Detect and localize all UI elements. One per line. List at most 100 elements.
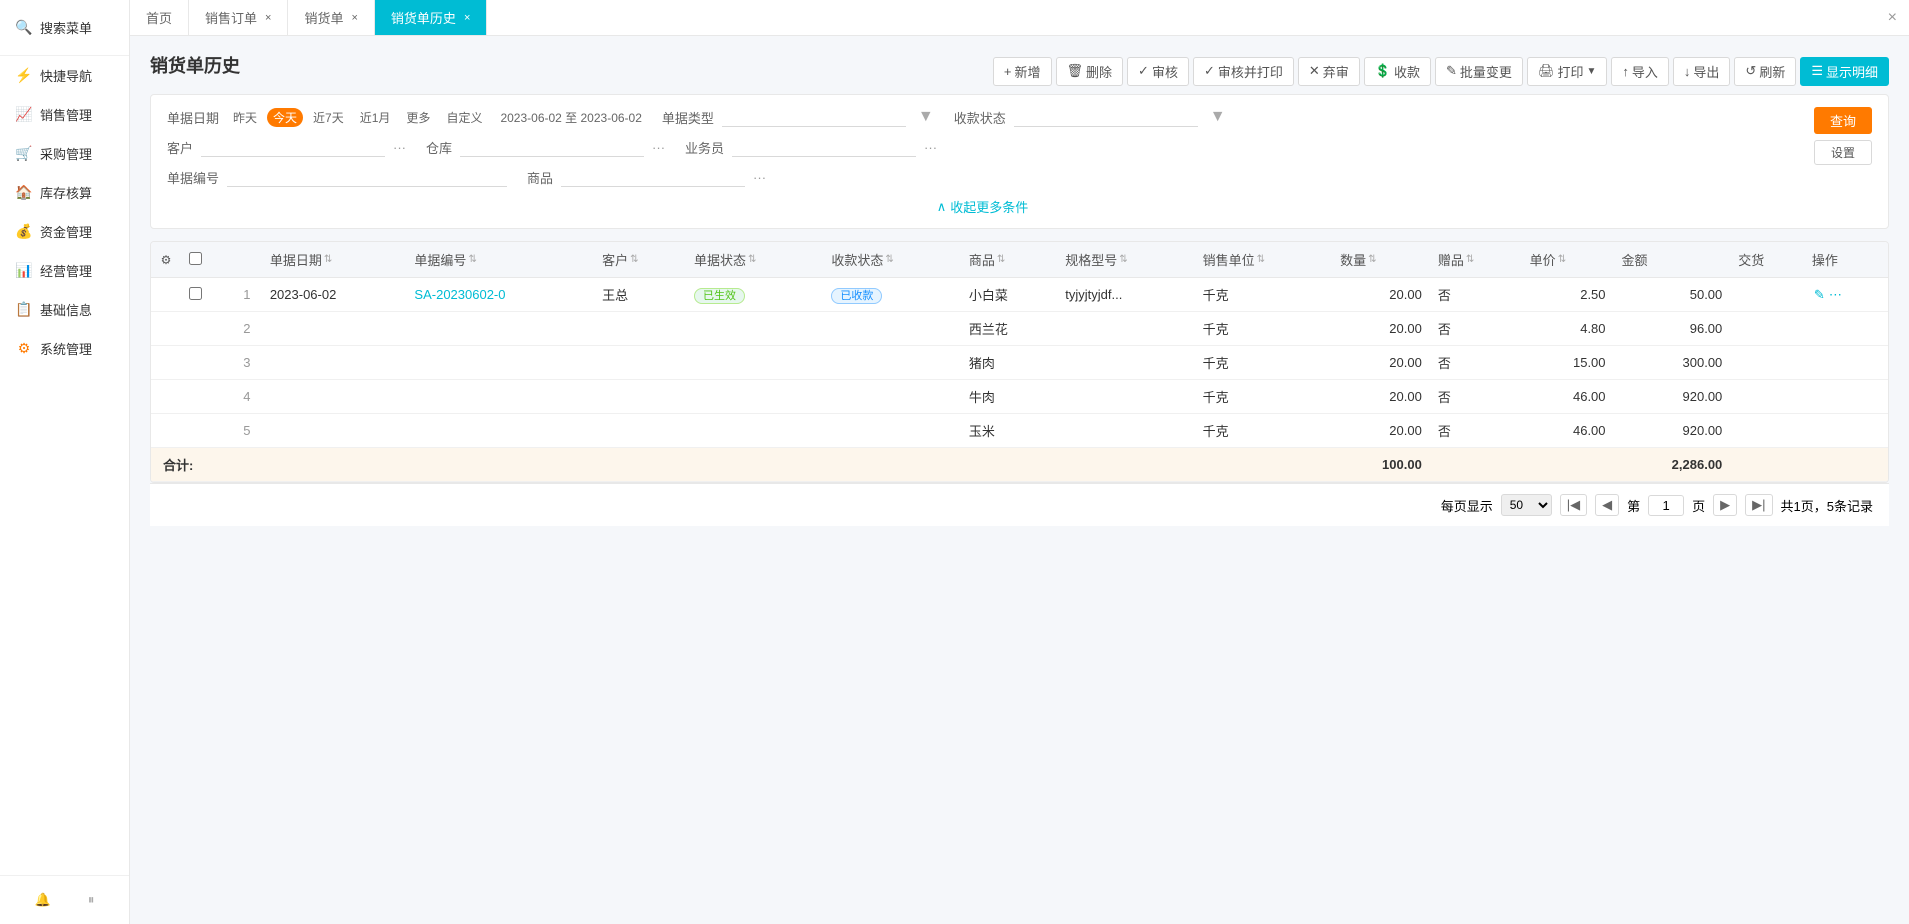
page-content: 销货单历史 + 新增 🗑 删除 ✓ 审核 ✓ 审核并打印 bbox=[130, 36, 1909, 924]
sidebar: 🔍 搜索菜单 ⚡ 快捷导航 📈 销售管理 🛒 采购管理 🏠 库存核算 💰 资金管… bbox=[0, 0, 130, 924]
cell-doc-date bbox=[262, 312, 407, 346]
sum-label: 合计: bbox=[151, 448, 262, 482]
tab-sales-delivery-label: 销货单 bbox=[304, 8, 343, 27]
salesperson-input[interactable] bbox=[732, 137, 916, 157]
th-settings[interactable]: ⚙ bbox=[151, 242, 181, 278]
total-label: 共1页，5条记录 bbox=[1781, 496, 1873, 515]
th-doc-num[interactable]: 单据编号⇅ bbox=[406, 242, 594, 278]
per-page-select[interactable]: 50 100 200 bbox=[1501, 494, 1552, 516]
date-btn-yesterday[interactable]: 昨天 bbox=[227, 108, 263, 127]
sidebar-footer-icon2[interactable]: ⏸ bbox=[88, 892, 95, 908]
salesperson-dots[interactable]: ··· bbox=[924, 140, 937, 155]
cell-collect-status bbox=[823, 380, 960, 414]
tab-sales-order[interactable]: 销售订单 × bbox=[189, 0, 288, 35]
th-price[interactable]: 单价⇅ bbox=[1522, 242, 1614, 278]
next-page-btn[interactable]: ▶ bbox=[1713, 494, 1737, 516]
sum-price-spacer bbox=[1522, 448, 1614, 482]
cell-spec: tyjyjtyjdf... bbox=[1057, 278, 1194, 312]
customer-dots[interactable]: ··· bbox=[393, 140, 406, 155]
cell-qty: 20.00 bbox=[1332, 414, 1430, 448]
date-btn-more[interactable]: 更多 bbox=[400, 108, 436, 127]
customer-input[interactable] bbox=[201, 137, 385, 157]
doc-type-input[interactable] bbox=[722, 107, 906, 127]
tab-sales-delivery[interactable]: 销货单 × bbox=[288, 0, 374, 35]
tabs-close-all[interactable]: × bbox=[1876, 9, 1909, 27]
collapse-btn[interactable]: ∧ 收起更多条件 bbox=[167, 197, 1798, 216]
show-detail-button[interactable]: ☰ 显示明细 bbox=[1800, 57, 1889, 86]
date-btn-today[interactable]: 今天 bbox=[267, 108, 303, 127]
first-page-btn[interactable]: |◀ bbox=[1560, 494, 1587, 516]
sidebar-item-quick-nav[interactable]: ⚡ 快捷导航 bbox=[0, 56, 129, 95]
sidebar-footer: 🔔 ⏸ bbox=[0, 875, 129, 924]
th-doc-status[interactable]: 单据状态⇅ bbox=[686, 242, 823, 278]
th-customer[interactable]: 客户⇅ bbox=[594, 242, 686, 278]
sidebar-item-purchase-mgmt[interactable]: 🛒 采购管理 bbox=[0, 134, 129, 173]
tab-sales-delivery-close[interactable]: × bbox=[351, 12, 357, 24]
doc-type-label: 单据类型 bbox=[662, 108, 714, 127]
sidebar-item-operations[interactable]: 📊 经营管理 bbox=[0, 251, 129, 290]
sidebar-footer-icon1[interactable]: 🔔 bbox=[35, 892, 51, 908]
doc-status-badge: 已生效 bbox=[694, 288, 745, 304]
th-unit[interactable]: 销售单位⇅ bbox=[1195, 242, 1332, 278]
warehouse-dots[interactable]: ··· bbox=[652, 140, 665, 155]
th-spec[interactable]: 规格型号⇅ bbox=[1057, 242, 1194, 278]
date-btn-7days[interactable]: 近7天 bbox=[307, 108, 350, 127]
cell-doc-date: 2023-06-02 bbox=[262, 278, 407, 312]
edit-icon[interactable]: ✎ bbox=[1814, 287, 1825, 302]
th-gift[interactable]: 赠品⇅ bbox=[1430, 242, 1522, 278]
print-button[interactable]: 🖨 打印 ▼ bbox=[1527, 57, 1607, 86]
query-button[interactable]: 查询 bbox=[1814, 107, 1872, 134]
warehouse-input[interactable] bbox=[460, 137, 644, 157]
sidebar-item-finance[interactable]: 💰 资金管理 bbox=[0, 212, 129, 251]
product-dots[interactable]: ··· bbox=[753, 170, 766, 185]
th-product[interactable]: 商品⇅ bbox=[961, 242, 1057, 278]
import-button[interactable]: ↑ 导入 bbox=[1611, 57, 1669, 86]
search-icon: 🔍 bbox=[16, 20, 32, 36]
th-doc-date[interactable]: 单据日期⇅ bbox=[262, 242, 407, 278]
select-all-checkbox[interactable] bbox=[189, 252, 202, 265]
date-btn-1month[interactable]: 近1月 bbox=[354, 108, 397, 127]
tab-home[interactable]: 首页 bbox=[130, 0, 189, 35]
cell-unit: 千克 bbox=[1195, 380, 1332, 414]
delete-button[interactable]: 🗑 删除 bbox=[1056, 57, 1124, 86]
collect-status-input[interactable] bbox=[1014, 107, 1198, 127]
th-qty[interactable]: 数量⇅ bbox=[1332, 242, 1430, 278]
collect-button[interactable]: 💲 收款 bbox=[1364, 57, 1431, 86]
refresh-button[interactable]: ↺ 刷新 bbox=[1734, 57, 1796, 86]
audit-button[interactable]: ✓ 审核 bbox=[1127, 57, 1189, 86]
sum-amount: 2,286.00 bbox=[1614, 448, 1731, 482]
sidebar-item-basic-info[interactable]: 📋 基础信息 bbox=[0, 290, 129, 329]
more-icon[interactable]: ⋯ bbox=[1829, 287, 1842, 302]
new-button[interactable]: + 新增 bbox=[993, 57, 1052, 86]
tab-sales-order-close[interactable]: × bbox=[265, 12, 271, 24]
audit-print-button[interactable]: ✓ 审核并打印 bbox=[1193, 57, 1294, 86]
collect-status-dropdown[interactable]: ▼ bbox=[1210, 108, 1226, 126]
cell-doc-num bbox=[406, 414, 594, 448]
abandon-button[interactable]: ✕ 弃审 bbox=[1298, 57, 1360, 86]
sidebar-item-system[interactable]: ⚙ 系统管理 bbox=[0, 329, 129, 368]
cell-doc-date bbox=[262, 346, 407, 380]
doc-type-dropdown[interactable]: ▼ bbox=[918, 108, 934, 126]
tab-sales-history-close[interactable]: × bbox=[464, 12, 470, 24]
page-input[interactable] bbox=[1648, 495, 1684, 516]
sidebar-item-inventory[interactable]: 🏠 库存核算 bbox=[0, 173, 129, 212]
th-collect-status[interactable]: 收款状态⇅ bbox=[823, 242, 960, 278]
set-button[interactable]: 设置 bbox=[1814, 140, 1872, 165]
collect-status-label: 收款状态 bbox=[954, 108, 1006, 127]
export-button[interactable]: ↓ 导出 bbox=[1673, 57, 1731, 86]
prev-page-btn[interactable]: ◀ bbox=[1595, 494, 1619, 516]
product-input[interactable] bbox=[561, 167, 745, 187]
sidebar-search[interactable]: 🔍 搜索菜单 bbox=[0, 0, 129, 56]
row-checkbox[interactable] bbox=[189, 287, 202, 300]
doc-num-input[interactable] bbox=[227, 167, 507, 187]
cell-spec bbox=[1057, 380, 1194, 414]
sidebar-item-sales-mgmt[interactable]: 📈 销售管理 bbox=[0, 95, 129, 134]
last-page-btn[interactable]: ▶| bbox=[1745, 494, 1772, 516]
filter-row-1: 单据日期 昨天 今天 近7天 近1月 更多 自定义 2023-06-02 至 2… bbox=[167, 107, 1798, 127]
batch-change-button[interactable]: ✎ 批量变更 bbox=[1435, 57, 1523, 86]
date-btn-custom[interactable]: 自定义 bbox=[440, 108, 488, 127]
sort-icon-collect: ⇅ bbox=[885, 254, 893, 265]
collapse-label: 收起更多条件 bbox=[950, 197, 1028, 216]
tab-sales-history[interactable]: 销货单历史 × bbox=[375, 0, 487, 35]
collect-icon: 💲 bbox=[1375, 63, 1391, 79]
